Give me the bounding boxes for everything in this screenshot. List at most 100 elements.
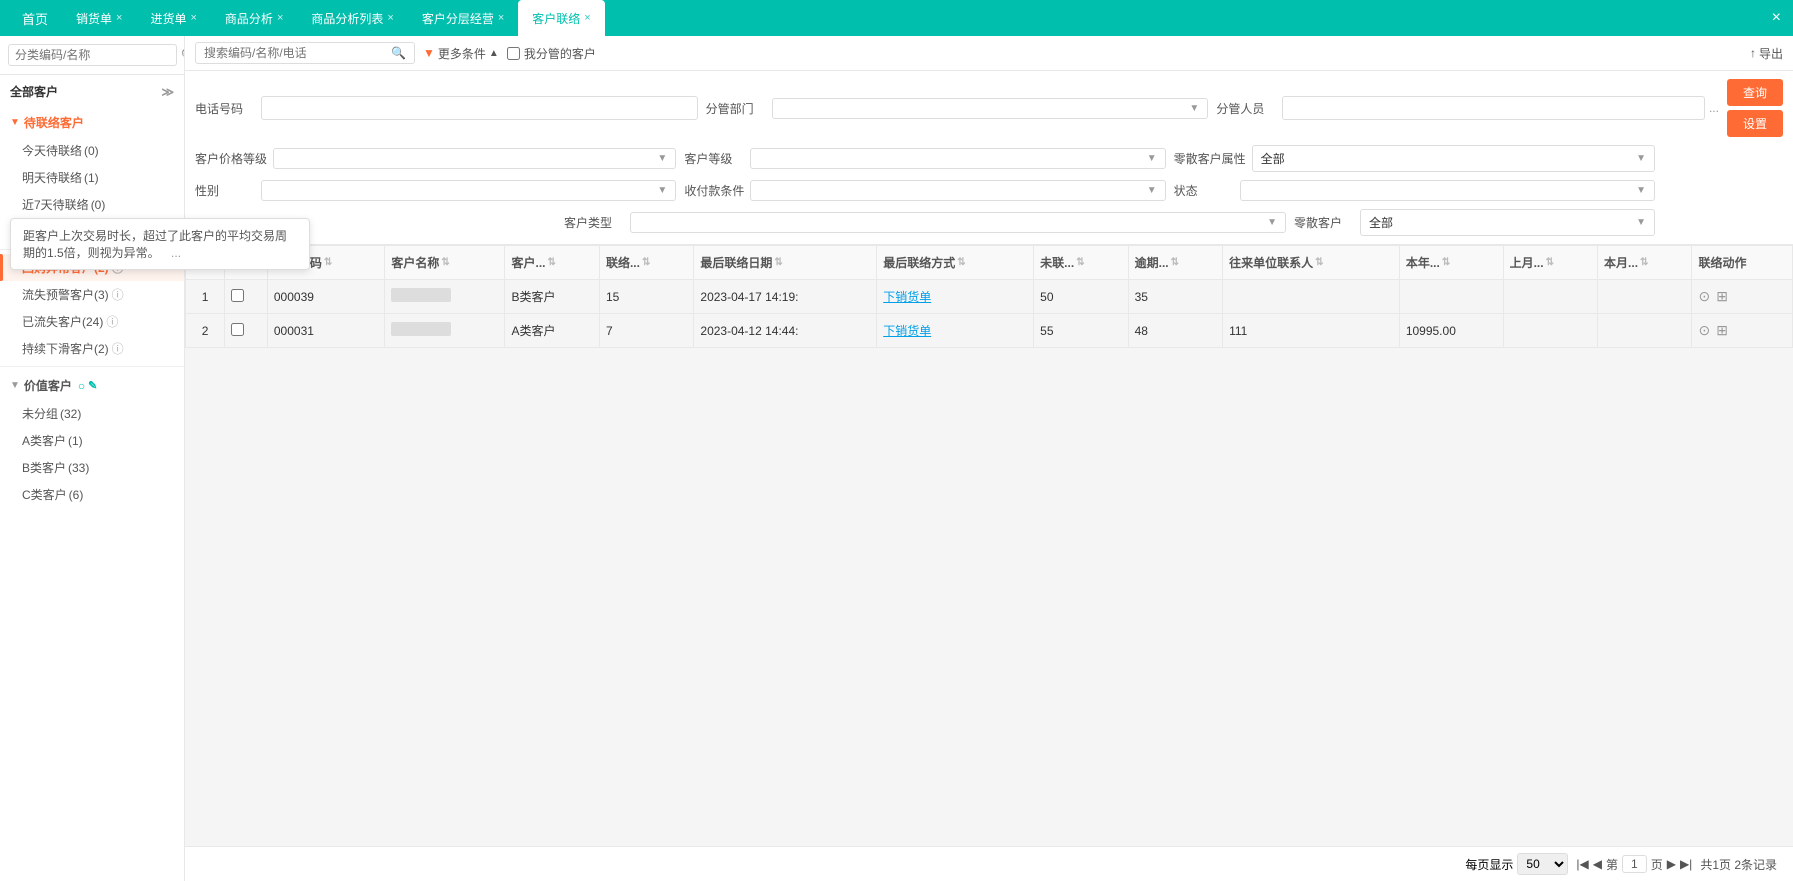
prev-page-button[interactable]: ◀ bbox=[1593, 857, 1602, 871]
row-1-method-link[interactable]: 下销货单 bbox=[883, 290, 931, 304]
settings-button[interactable]: 设置 bbox=[1727, 110, 1783, 137]
search-input[interactable] bbox=[204, 46, 391, 60]
customer-type-select[interactable]: ▼ bbox=[630, 212, 1286, 233]
nav-item-home[interactable]: 首页 bbox=[8, 0, 62, 36]
nav-item-sales[interactable]: 销货单 × bbox=[62, 0, 136, 36]
main-layout: 🔍 全部客户 ≫ ▼ 待联络客户 今天待联络 (0) 明天待联络 bbox=[0, 36, 1793, 881]
row-2-select[interactable] bbox=[231, 323, 244, 336]
export-button[interactable]: ↑ 导出 bbox=[1750, 45, 1783, 62]
sidebar-item-unclassified[interactable]: 未分组 (32) bbox=[0, 400, 184, 427]
customer-level-select[interactable]: ▼ bbox=[750, 148, 1165, 169]
sidebar-item-b-class[interactable]: B类客户 (33) bbox=[0, 454, 184, 481]
th-uncontacted[interactable]: 未联... ⇅ bbox=[1034, 246, 1128, 280]
sidebar-item-tomorrow[interactable]: 明天待联络 (1) bbox=[0, 164, 184, 191]
nav-item-analysis-list[interactable]: 商品分析列表 × bbox=[297, 0, 407, 36]
nav-item-customer-contact[interactable]: 客户联络 × bbox=[518, 0, 604, 36]
query-button[interactable]: 查询 bbox=[1727, 79, 1783, 106]
th-overdue[interactable]: 逾期... ⇅ bbox=[1128, 246, 1222, 280]
pending-section-label: 待联络客户 bbox=[24, 114, 84, 131]
sidebar-item-continuous-down[interactable]: 持续下滑客户(2) ⓘ bbox=[0, 335, 184, 362]
row-2-method-link[interactable]: 下销货单 bbox=[883, 324, 931, 338]
row-1-action: ⊙ ⊞ bbox=[1692, 280, 1793, 314]
nav-close-customer-tier[interactable]: × bbox=[498, 12, 504, 24]
sidebar-item-today[interactable]: 今天待联络 (0) bbox=[0, 137, 184, 164]
lost-preview-info-icon: ⓘ bbox=[112, 286, 124, 303]
sidebar-content: 全部客户 ≫ ▼ 待联络客户 今天待联络 (0) 明天待联络 (1) 近7天 bbox=[0, 75, 184, 881]
value-edit-icon[interactable]: ○ bbox=[78, 379, 85, 393]
tooltip-dots[interactable]: ... bbox=[171, 246, 181, 260]
table-body: 1 000039 B类客户 15 2023-04-17 14:19: 下销货单 bbox=[186, 280, 1793, 348]
filter-payment: 收付款条件 ▼ bbox=[684, 180, 1165, 201]
current-page-input[interactable]: 1 bbox=[1622, 855, 1647, 873]
row-1-select[interactable] bbox=[231, 289, 244, 302]
lost-info-icon: ⓘ bbox=[106, 313, 118, 330]
status-select[interactable]: ▼ bbox=[1240, 180, 1655, 201]
row-2-last-month bbox=[1503, 314, 1597, 348]
sidebar-item-c-class[interactable]: C类客户 (6) bbox=[0, 481, 184, 508]
my-customers-checkbox[interactable] bbox=[507, 47, 520, 60]
sidebar-item-lost-preview[interactable]: 流失预警客户(3) ⓘ bbox=[0, 281, 184, 308]
last-page-button[interactable]: ▶| bbox=[1680, 857, 1692, 871]
nav-close-sales[interactable]: × bbox=[116, 12, 122, 24]
row-1-last-method[interactable]: 下销货单 bbox=[877, 280, 1034, 314]
7days-label: 近7天待联络 bbox=[22, 196, 89, 213]
per-page-select[interactable]: 50 100 200 bbox=[1517, 853, 1568, 875]
pending-section-title[interactable]: ▼ 待联络客户 bbox=[0, 108, 184, 137]
phone-input[interactable] bbox=[261, 96, 698, 120]
nav-item-purchase[interactable]: 进货单 × bbox=[136, 0, 210, 36]
search-icon[interactable]: 🔍 bbox=[391, 46, 406, 60]
gender-label: 性别 bbox=[195, 182, 255, 199]
sidebar-all-customers-header[interactable]: 全部客户 ≫ bbox=[0, 75, 184, 108]
row-1-action-qr-icon[interactable]: ⊞ bbox=[1716, 288, 1728, 305]
nav-item-sales-label: 销货单 bbox=[76, 10, 112, 27]
th-this-year[interactable]: 本年... ⇅ bbox=[1399, 246, 1503, 280]
row-1-code: 000039 bbox=[267, 280, 385, 314]
price-level-chevron: ▼ bbox=[657, 153, 667, 164]
th-last-method[interactable]: 最后联络方式 ⇅ bbox=[877, 246, 1034, 280]
close-all-button[interactable]: × bbox=[1772, 9, 1781, 27]
row-2-name[interactable] bbox=[385, 314, 505, 348]
nav-item-analysis[interactable]: 商品分析 × bbox=[211, 0, 297, 36]
value-customer-header[interactable]: ▼ 价值客户 ○ ✎ bbox=[0, 371, 184, 400]
chevron-down-icon: ▲ bbox=[489, 48, 499, 59]
sidebar-item-7days[interactable]: 近7天待联络 (0) bbox=[0, 191, 184, 218]
row-2-last-method[interactable]: 下销货单 bbox=[877, 314, 1034, 348]
sidebar-item-a-class[interactable]: A类客户 (1) bbox=[0, 427, 184, 454]
th-last-date-label: 最后联络日期 bbox=[700, 254, 772, 271]
th-name[interactable]: 客户名称 ⇅ bbox=[385, 246, 505, 280]
gender-select[interactable]: ▼ bbox=[261, 180, 676, 201]
branch-dept-select[interactable]: ▼ bbox=[772, 98, 1209, 119]
more-conditions-button[interactable]: ▼ 更多条件 ▲ bbox=[423, 45, 499, 62]
sidebar-item-lost[interactable]: 已流失客户(24) ⓘ bbox=[0, 308, 184, 335]
nav-item-customer-tier[interactable]: 客户分层经营 × bbox=[408, 0, 518, 36]
unclassified-label: 未分组 bbox=[22, 405, 58, 422]
th-last-month[interactable]: 上月... ⇅ bbox=[1503, 246, 1597, 280]
retail-attr-select[interactable]: 全部 ▼ bbox=[1252, 145, 1655, 172]
next-page-button[interactable]: ▶ bbox=[1667, 857, 1676, 871]
nav-close-customer-contact[interactable]: × bbox=[584, 12, 590, 24]
nav-close-analysis-list[interactable]: × bbox=[387, 12, 393, 24]
nav-item-analysis-list-label: 商品分析列表 bbox=[311, 10, 383, 27]
row-1-name[interactable] bbox=[385, 280, 505, 314]
nav-close-purchase[interactable]: × bbox=[190, 12, 196, 24]
row-2-action-link-icon[interactable]: ⊙ bbox=[1698, 322, 1710, 339]
th-unit-contact[interactable]: 往来单位联系人 ⇅ bbox=[1223, 246, 1400, 280]
th-this-month[interactable]: 本月... ⇅ bbox=[1598, 246, 1692, 280]
nav-close-analysis[interactable]: × bbox=[277, 12, 283, 24]
th-last-method-label: 最后联络方式 bbox=[883, 254, 955, 271]
price-level-select[interactable]: ▼ bbox=[273, 148, 676, 169]
branch-person-input[interactable] bbox=[1282, 96, 1705, 120]
th-last-date[interactable]: 最后联络日期 ⇅ bbox=[694, 246, 877, 280]
value-settings-icon[interactable]: ✎ bbox=[88, 379, 97, 392]
per-page-selector: 每页显示 50 100 200 bbox=[1465, 853, 1568, 875]
branch-person-dots[interactable]: ... bbox=[1709, 101, 1719, 115]
first-page-button[interactable]: |◀ bbox=[1576, 857, 1588, 871]
th-type[interactable]: 客户... ⇅ bbox=[505, 246, 599, 280]
th-contact-count[interactable]: 联络... ⇅ bbox=[599, 246, 693, 280]
row-2-action-qr-icon[interactable]: ⊞ bbox=[1716, 322, 1728, 339]
payment-select[interactable]: ▼ bbox=[750, 180, 1165, 201]
sidebar-collapse-icon[interactable]: ≫ bbox=[161, 85, 174, 99]
sidebar-search-input[interactable] bbox=[8, 44, 177, 66]
retail-select[interactable]: 全部 ▼ bbox=[1360, 209, 1655, 236]
row-1-action-link-icon[interactable]: ⊙ bbox=[1698, 288, 1710, 305]
